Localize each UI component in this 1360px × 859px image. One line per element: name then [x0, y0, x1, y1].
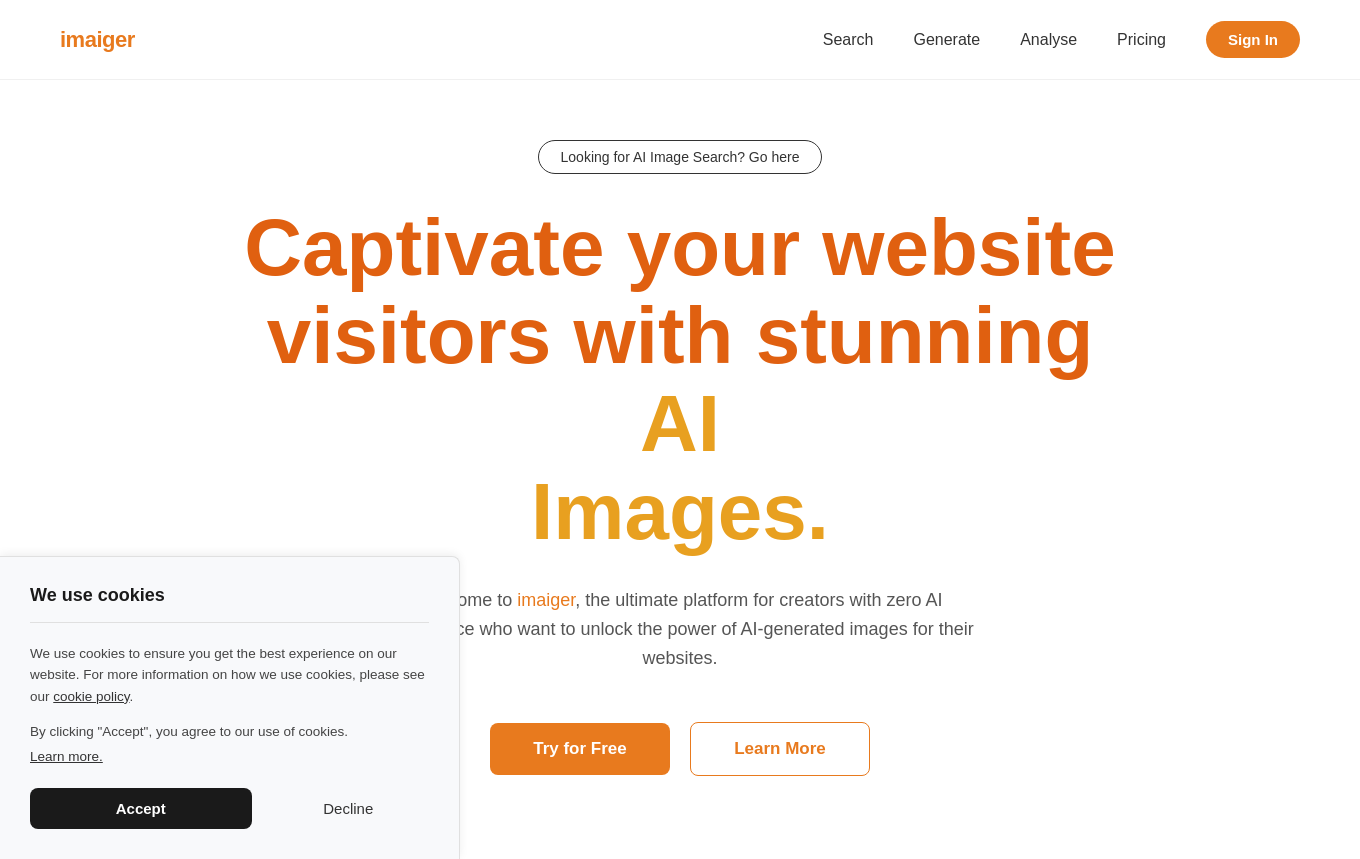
signin-button[interactable]: Sign In — [1206, 21, 1300, 58]
hero-badge[interactable]: Looking for AI Image Search? Go here — [538, 140, 823, 174]
learn-more-button[interactable]: Learn More — [690, 722, 870, 776]
cookie-accept-button[interactable]: Accept — [30, 788, 252, 829]
hero-title-line3: Images. — [531, 467, 829, 556]
cookie-policy-link[interactable]: cookie policy — [53, 689, 129, 704]
nav-links: Search Generate Analyse Pricing Sign In — [823, 21, 1300, 58]
hero-cta: Try for Free Learn More — [490, 722, 870, 776]
nav-pricing[interactable]: Pricing — [1117, 31, 1166, 49]
cookie-banner: We use cookies We use cookies to ensure … — [0, 556, 460, 859]
hero-title: Captivate your website visitors with stu… — [230, 204, 1130, 556]
nav-analyse[interactable]: Analyse — [1020, 31, 1077, 49]
nav-generate[interactable]: Generate — [913, 31, 980, 49]
hero-title-line2-start: visitors with stunning — [267, 291, 1094, 380]
cookie-learn-more-link[interactable]: Learn more. — [30, 749, 429, 764]
hero-subtitle-brand: imaiger — [517, 590, 575, 610]
cookie-body-end: . — [130, 689, 134, 704]
logo[interactable]: imaiger — [60, 27, 135, 53]
hero-subtitle: Welcome to imaiger, the ultimate platfor… — [380, 586, 980, 672]
hero-title-line1: Captivate your website — [244, 203, 1115, 292]
cookie-decline-button[interactable]: Decline — [268, 800, 430, 817]
nav-search[interactable]: Search — [823, 31, 874, 49]
cookie-actions: Accept Decline — [30, 788, 429, 829]
try-free-button[interactable]: Try for Free — [490, 723, 670, 775]
hero-title-line2-end: AI — [640, 379, 720, 468]
navbar: imaiger Search Generate Analyse Pricing … — [0, 0, 1360, 80]
cookie-consent-content: By clicking "Accept", you agree to our u… — [30, 724, 348, 739]
cookie-consent-text: By clicking "Accept", you agree to our u… — [30, 721, 429, 743]
cookie-body-text: We use cookies to ensure you get the bes… — [30, 643, 429, 708]
cookie-title: We use cookies — [30, 585, 429, 623]
